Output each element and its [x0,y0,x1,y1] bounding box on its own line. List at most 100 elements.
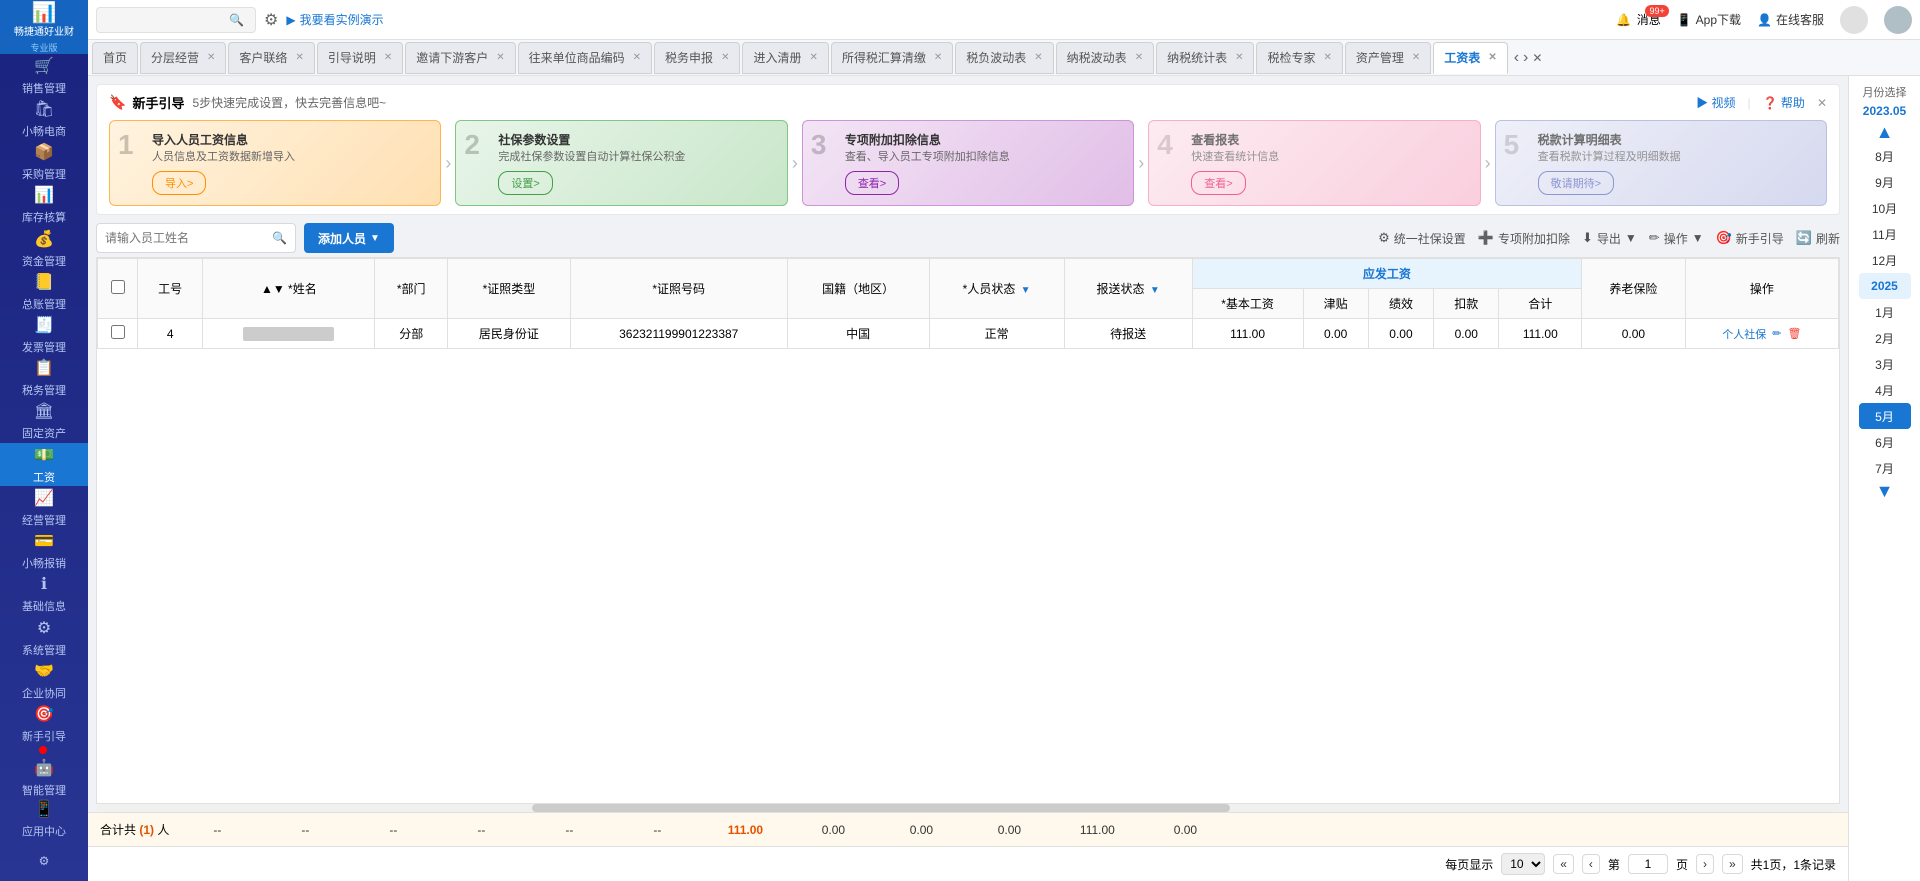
tab-tax-report[interactable]: 税务申报 ✕ [654,42,740,74]
sidebar-item-apps[interactable]: 📱 应用中心 [0,798,88,841]
report-filter-icon[interactable]: ▼ [1150,285,1160,296]
tab-close-all[interactable]: ✕ [1532,51,1542,65]
notification-btn[interactable]: 🔔 99+ 消息 [1616,11,1660,28]
tab-tax-burden[interactable]: 税负波动表 ✕ [955,42,1053,74]
tab-product-code[interactable]: 往来单位商品编码 ✕ [518,42,652,74]
tab-tax-burden-close[interactable]: ✕ [1034,52,1042,63]
tab-salary-table-close[interactable]: ✕ [1488,52,1496,63]
step-4-btn[interactable]: 查看> [1191,171,1245,195]
row-checkbox-cell[interactable] [98,319,138,349]
tab-invite[interactable]: 邀请下游客户 ✕ [405,42,515,74]
month-3[interactable]: 3月 [1859,351,1911,377]
sidebar-settings-btn[interactable]: ⚙ [0,841,88,881]
tab-nav-prev[interactable]: ‹ [1514,49,1519,67]
app-download-btn[interactable]: 📱 App下载 [1677,11,1741,28]
prev-page-btn[interactable]: ‹ [1582,854,1600,874]
month-10[interactable]: 10月 [1859,195,1911,221]
tab-nav-next[interactable]: › [1523,49,1528,67]
tab-customer[interactable]: 客户联络 ✕ [228,42,314,74]
month-year-2025[interactable]: 2025 [1859,273,1911,299]
sidebar-item-sales[interactable]: 🛒 销售管理 [0,54,88,97]
special-deduction-btn[interactable]: ➕ 专项附加扣除 [1478,230,1570,247]
sidebar-item-ledger[interactable]: 📒 总账管理 [0,270,88,313]
export-btn[interactable]: ⬇ 导出 ▼ [1582,230,1637,247]
sidebar-item-operations[interactable]: 📈 经营管理 [0,486,88,529]
row-edit-btn[interactable]: ✏ [1772,327,1781,340]
month-6[interactable]: 6月 [1859,429,1911,455]
personal-social-insurance-btn[interactable]: 个人社保 [1722,326,1766,342]
step-5-btn[interactable]: 敬请期待> [1538,171,1614,195]
tab-tax-fluctuation[interactable]: 纳税波动表 ✕ [1056,42,1154,74]
add-employee-btn[interactable]: 添加人员 ▼ [304,223,394,253]
month-nav-up[interactable]: ▲ [1876,122,1894,143]
tab-clearance-close[interactable]: ✕ [809,52,817,63]
step-1-btn[interactable]: 导入> [152,171,206,195]
sidebar-item-guide[interactable]: 🎯 新手引导 [0,703,88,746]
tab-product-code-close[interactable]: ✕ [633,52,641,63]
tab-layered-close[interactable]: ✕ [207,52,215,63]
guide-video-link[interactable]: ▶ 视频 [1696,94,1735,111]
sidebar-item-cooperation[interactable]: 🤝 企业协同 [0,659,88,702]
tab-layered[interactable]: 分层经营 ✕ [140,42,226,74]
month-2[interactable]: 2月 [1859,325,1911,351]
online-service-btn[interactable]: 👤 在线客服 [1757,11,1824,28]
tab-asset-mgmt-close[interactable]: ✕ [1412,52,1420,63]
tab-income-tax-close[interactable]: ✕ [934,52,942,63]
topbar-search-box[interactable]: 🔍 [96,7,256,33]
month-1[interactable]: 1月 [1859,299,1911,325]
month-nav-down[interactable]: ▼ [1876,481,1894,502]
per-page-select[interactable]: 10 20 50 [1501,853,1545,875]
month-7[interactable]: 7月 [1859,455,1911,481]
refresh-btn[interactable]: 🔄 刷新 [1796,230,1840,247]
tab-customer-close[interactable]: ✕ [295,52,303,63]
tab-tax-stat-close[interactable]: ✕ [1235,52,1243,63]
operations-btn[interactable]: ✏ 操作 ▼ [1649,230,1704,247]
last-page-btn[interactable]: » [1722,854,1743,874]
month-12[interactable]: 12月 [1859,247,1911,273]
step-3-btn[interactable]: 查看> [845,171,899,195]
sidebar-item-system[interactable]: ⚙ 系统管理 [0,616,88,659]
topbar-demo-btn[interactable]: ▶ 我要看实例演示 [286,11,383,28]
month-9[interactable]: 9月 [1859,169,1911,195]
month-8[interactable]: 8月 [1859,143,1911,169]
row-delete-btn[interactable]: 🗑 [1787,327,1801,340]
employee-search-input[interactable] [105,231,268,245]
tab-home[interactable]: 首页 [92,42,138,74]
topbar-search-input[interactable] [105,13,225,27]
tab-guide-info[interactable]: 引导说明 ✕ [317,42,403,74]
sidebar-item-purchase[interactable]: 📦 采购管理 [0,140,88,183]
tab-tax-expert[interactable]: 税检专家 ✕ [1256,42,1342,74]
tab-salary-table[interactable]: 工资表 ✕ [1433,42,1507,74]
tab-tax-stat[interactable]: 纳税统计表 ✕ [1156,42,1254,74]
sidebar-item-reimbursement[interactable]: 💳 小畅报销 [0,530,88,573]
first-page-btn[interactable]: « [1553,854,1574,874]
social-insurance-settings-btn[interactable]: ⚙ 统一社保设置 [1378,230,1466,247]
topbar-gear-icon[interactable]: ⚙ [264,10,278,30]
tab-invite-close[interactable]: ✕ [496,52,504,63]
sidebar-item-salary[interactable]: 💵 工资 [0,443,88,486]
step-2-btn[interactable]: 设置> [498,171,552,195]
sidebar-item-ai[interactable]: 🤖 智能管理 [0,746,88,798]
row-checkbox[interactable] [111,325,125,339]
sidebar-item-basic-info[interactable]: ℹ 基础信息 [0,573,88,616]
col-checkbox-header[interactable] [98,259,138,319]
select-all-checkbox[interactable] [111,280,125,294]
scrollbar-thumb[interactable] [532,804,1230,812]
tab-asset-mgmt[interactable]: 资产管理 ✕ [1345,42,1431,74]
tab-income-tax[interactable]: 所得税汇算清缴 ✕ [831,42,953,74]
tab-tax-expert-close[interactable]: ✕ [1324,52,1332,63]
employee-search-box[interactable]: 🔍 [96,223,296,253]
tab-clearance[interactable]: 进入清册 ✕ [742,42,828,74]
guide-help-link[interactable]: ❓ 帮助 [1763,94,1805,111]
status-filter-icon[interactable]: ▼ [1021,285,1031,296]
user-avatar-2[interactable] [1884,6,1912,34]
page-number-input[interactable] [1628,854,1668,874]
newbie-guide-btn[interactable]: 🎯 新手引导 [1716,230,1784,247]
tab-tax-report-close[interactable]: ✕ [721,52,729,63]
tab-guide-info-close[interactable]: ✕ [384,52,392,63]
sidebar-item-finance[interactable]: 💰 资金管理 [0,227,88,270]
sidebar-item-tax[interactable]: 📋 税务管理 [0,357,88,400]
guide-close-btn[interactable]: ✕ [1817,96,1827,110]
user-avatar[interactable] [1840,6,1868,34]
sidebar-item-assets[interactable]: 🏛 固定资产 [0,400,88,443]
